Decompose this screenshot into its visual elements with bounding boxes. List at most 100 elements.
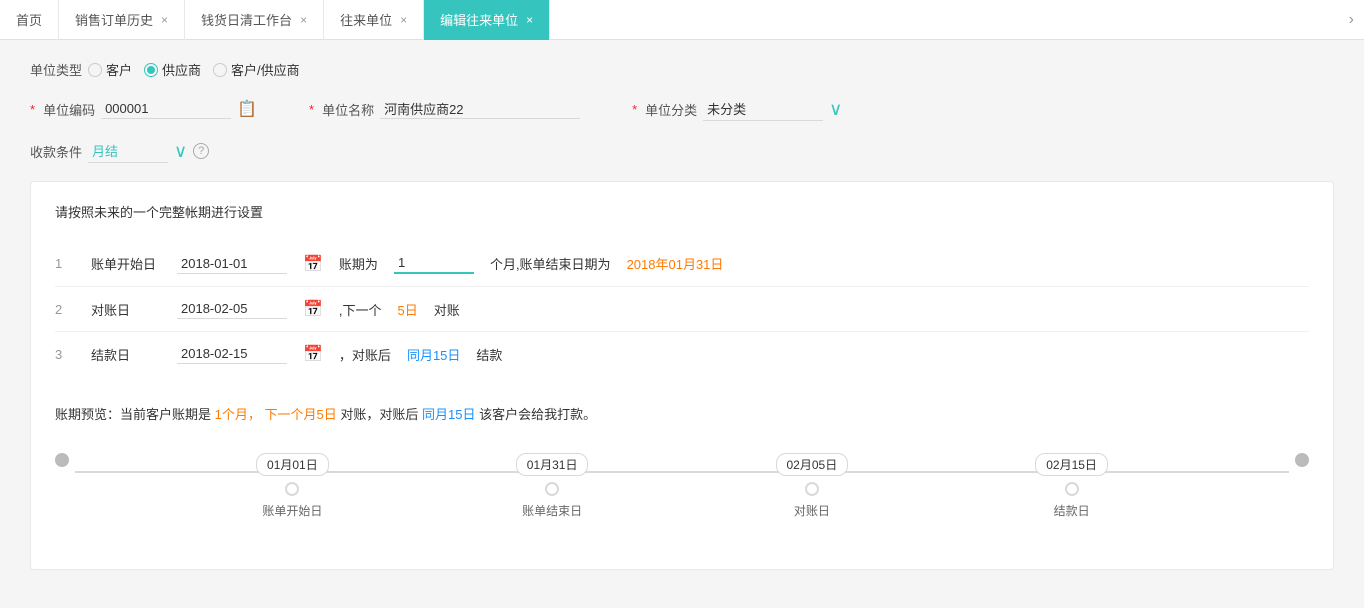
code-required: * [30,102,35,117]
period-row-3: 3 结款日 📅 ，对账后 同月15日 结款 [55,332,1309,376]
payment-condition-label: 收款条件 [30,142,82,161]
payment-condition-dropdown-icon[interactable]: ∨ [174,141,187,162]
radio-supplier[interactable]: 供应商 [144,60,201,79]
tab-home[interactable]: 首页 [0,0,59,40]
timeline-dot-end [1295,453,1309,467]
unit-code-input[interactable] [101,99,231,119]
timeline-point-end-dot [1295,453,1309,519]
payment-condition-field: 收款条件 月结 ∨ ? [30,139,209,163]
period-row-1: 1 账单开始日 📅 账期为 个月,账单结束日期为 2018年01月31日 [55,241,1309,287]
tab-edit-partner-label: 编辑往来单位 [440,10,518,29]
tab-edit-partner-close[interactable]: × [526,13,533,27]
tab-partners[interactable]: 往来单位 × [324,0,424,40]
reconcile-prefix: ,下一个 [339,300,382,319]
radio-supplier-circle [144,63,158,77]
reconcile-date-calendar-icon[interactable]: 📅 [303,299,323,319]
tab-daily-clearing[interactable]: 钱货日清工作台 × [185,0,324,40]
timeline-tag-4: 02月15日 [1035,453,1108,476]
timeline-dot-3 [805,482,819,496]
radio-customer-circle [88,63,102,77]
period-row-3-num: 3 [55,347,75,362]
preview-part3: 对账，对账后 [340,407,418,422]
timeline-point-4: 02月15日 结款日 [1035,453,1108,519]
timeline-tag-2: 01月31日 [516,453,589,476]
preview-label: 账期预览：当前客户账期是 [55,407,211,422]
timeline-sublabel-4: 结款日 [1054,502,1090,519]
timeline-tag-1: 01月01日 [256,453,329,476]
period-setting-box: 请按照未来的一个完整帐期进行设置 1 账单开始日 📅 账期为 个月,账单结束日期… [30,181,1334,570]
timeline-sublabel-3: 对账日 [794,502,830,519]
unit-type-radio-group: 客户 供应商 客户/供应商 [88,60,300,79]
preview-part5: 该客户会给我打款。 [479,407,596,422]
payment-suffix: 结款 [476,345,502,364]
timeline-point-start-dot [55,453,69,519]
timeline-dot-start [55,453,69,467]
timeline-point-3: 02月05日 对账日 [776,453,849,519]
period-row-3-label: 结款日 [91,345,161,364]
unit-code-field: * 单位编码 📋 [30,99,257,119]
unit-category-label: 单位分类 [645,100,697,119]
payment-date-input[interactable] [177,344,287,364]
unit-name-input[interactable] [380,99,580,119]
preview-part1: 1个月， [215,407,261,422]
tab-daily-clearing-label: 钱货日清工作台 [201,10,292,29]
timeline-tag-3: 02月05日 [776,453,849,476]
box-title: 请按照未来的一个完整帐期进行设置 [55,202,1309,221]
timeline-dot-4 [1065,482,1079,496]
radio-customer[interactable]: 客户 [88,60,132,79]
radio-customer-supplier-circle [213,63,227,77]
timeline-points: 01月01日 账单开始日 01月31日 账单结束日 02月05日 对账日 02月… [55,453,1309,519]
period-row-2: 2 对账日 📅 ,下一个 5日 对账 [55,287,1309,332]
period-end-date: 2018年01月31日 [627,254,724,273]
tab-bar: 首页 销售订单历史 × 钱货日清工作台 × 往来单位 × 编辑往来单位 × › [0,0,1364,40]
tab-partners-close[interactable]: × [400,13,407,27]
tab-edit-partner[interactable]: 编辑往来单位 × [424,0,550,40]
payment-highlight: 同月15日 [407,345,460,364]
unit-type-row: 单位类型 客户 供应商 客户/供应商 [30,60,1334,79]
radio-supplier-label: 供应商 [162,60,201,79]
timeline-sublabel-1: 账单开始日 [262,502,322,519]
radio-customer-supplier[interactable]: 客户/供应商 [213,60,300,79]
help-icon[interactable]: ? [193,143,209,159]
payment-condition-value: 月结 [92,141,164,160]
period-num-input[interactable] [394,253,474,274]
unit-code-icon[interactable]: 📋 [237,99,257,119]
category-required: * [632,102,637,117]
radio-customer-supplier-label: 客户/供应商 [231,60,300,79]
payment-condition-row: 收款条件 月结 ∨ ? [30,139,1334,163]
unit-code-label: 单位编码 [43,100,95,119]
period-month-label: 个月,账单结束日期为 [490,254,611,273]
start-date-input[interactable] [177,254,287,274]
period-suffix-label: 账期为 [339,254,378,273]
timeline-dot-2 [545,482,559,496]
tab-home-label: 首页 [16,10,42,29]
tab-partners-label: 往来单位 [340,10,392,29]
period-row-1-num: 1 [55,256,75,271]
tab-arrow[interactable]: › [1339,11,1364,29]
tab-daily-clearing-close[interactable]: × [300,13,307,27]
payment-date-calendar-icon[interactable]: 📅 [303,344,323,364]
preview-text: 账期预览：当前客户账期是 1个月， 下一个月5日 对账，对账后 同月15日 该客… [55,392,1309,443]
preview-part4: 同月15日 [422,407,475,422]
period-table: 1 账单开始日 📅 账期为 个月,账单结束日期为 2018年01月31日 2 对… [55,241,1309,376]
tab-sales-history-label: 销售订单历史 [75,10,153,29]
timeline-dot-1 [285,482,299,496]
unit-info-row: * 单位编码 📋 * 单位名称 * 单位分类 未分类 ∨ [30,97,1334,121]
timeline-point-1: 01月01日 账单开始日 [256,453,329,519]
unit-name-field: * 单位名称 [309,99,580,119]
unit-category-dropdown-icon[interactable]: ∨ [829,99,842,120]
reconcile-highlight: 5日 [398,300,418,319]
start-date-calendar-icon[interactable]: 📅 [303,254,323,274]
reconcile-suffix: 对账 [434,300,460,319]
unit-type-field: 单位类型 客户 供应商 客户/供应商 [30,60,300,79]
tab-sales-history[interactable]: 销售订单历史 × [59,0,185,40]
unit-name-label: 单位名称 [322,100,374,119]
unit-category-select[interactable]: 未分类 [703,97,823,121]
payment-prefix: ，对账后 [339,345,391,364]
timeline-sublabel-2: 账单结束日 [522,502,582,519]
payment-condition-select[interactable]: 月结 [88,139,168,163]
reconcile-date-input[interactable] [177,299,287,319]
period-row-2-num: 2 [55,302,75,317]
tab-sales-history-close[interactable]: × [161,13,168,27]
period-row-1-label: 账单开始日 [91,254,161,273]
